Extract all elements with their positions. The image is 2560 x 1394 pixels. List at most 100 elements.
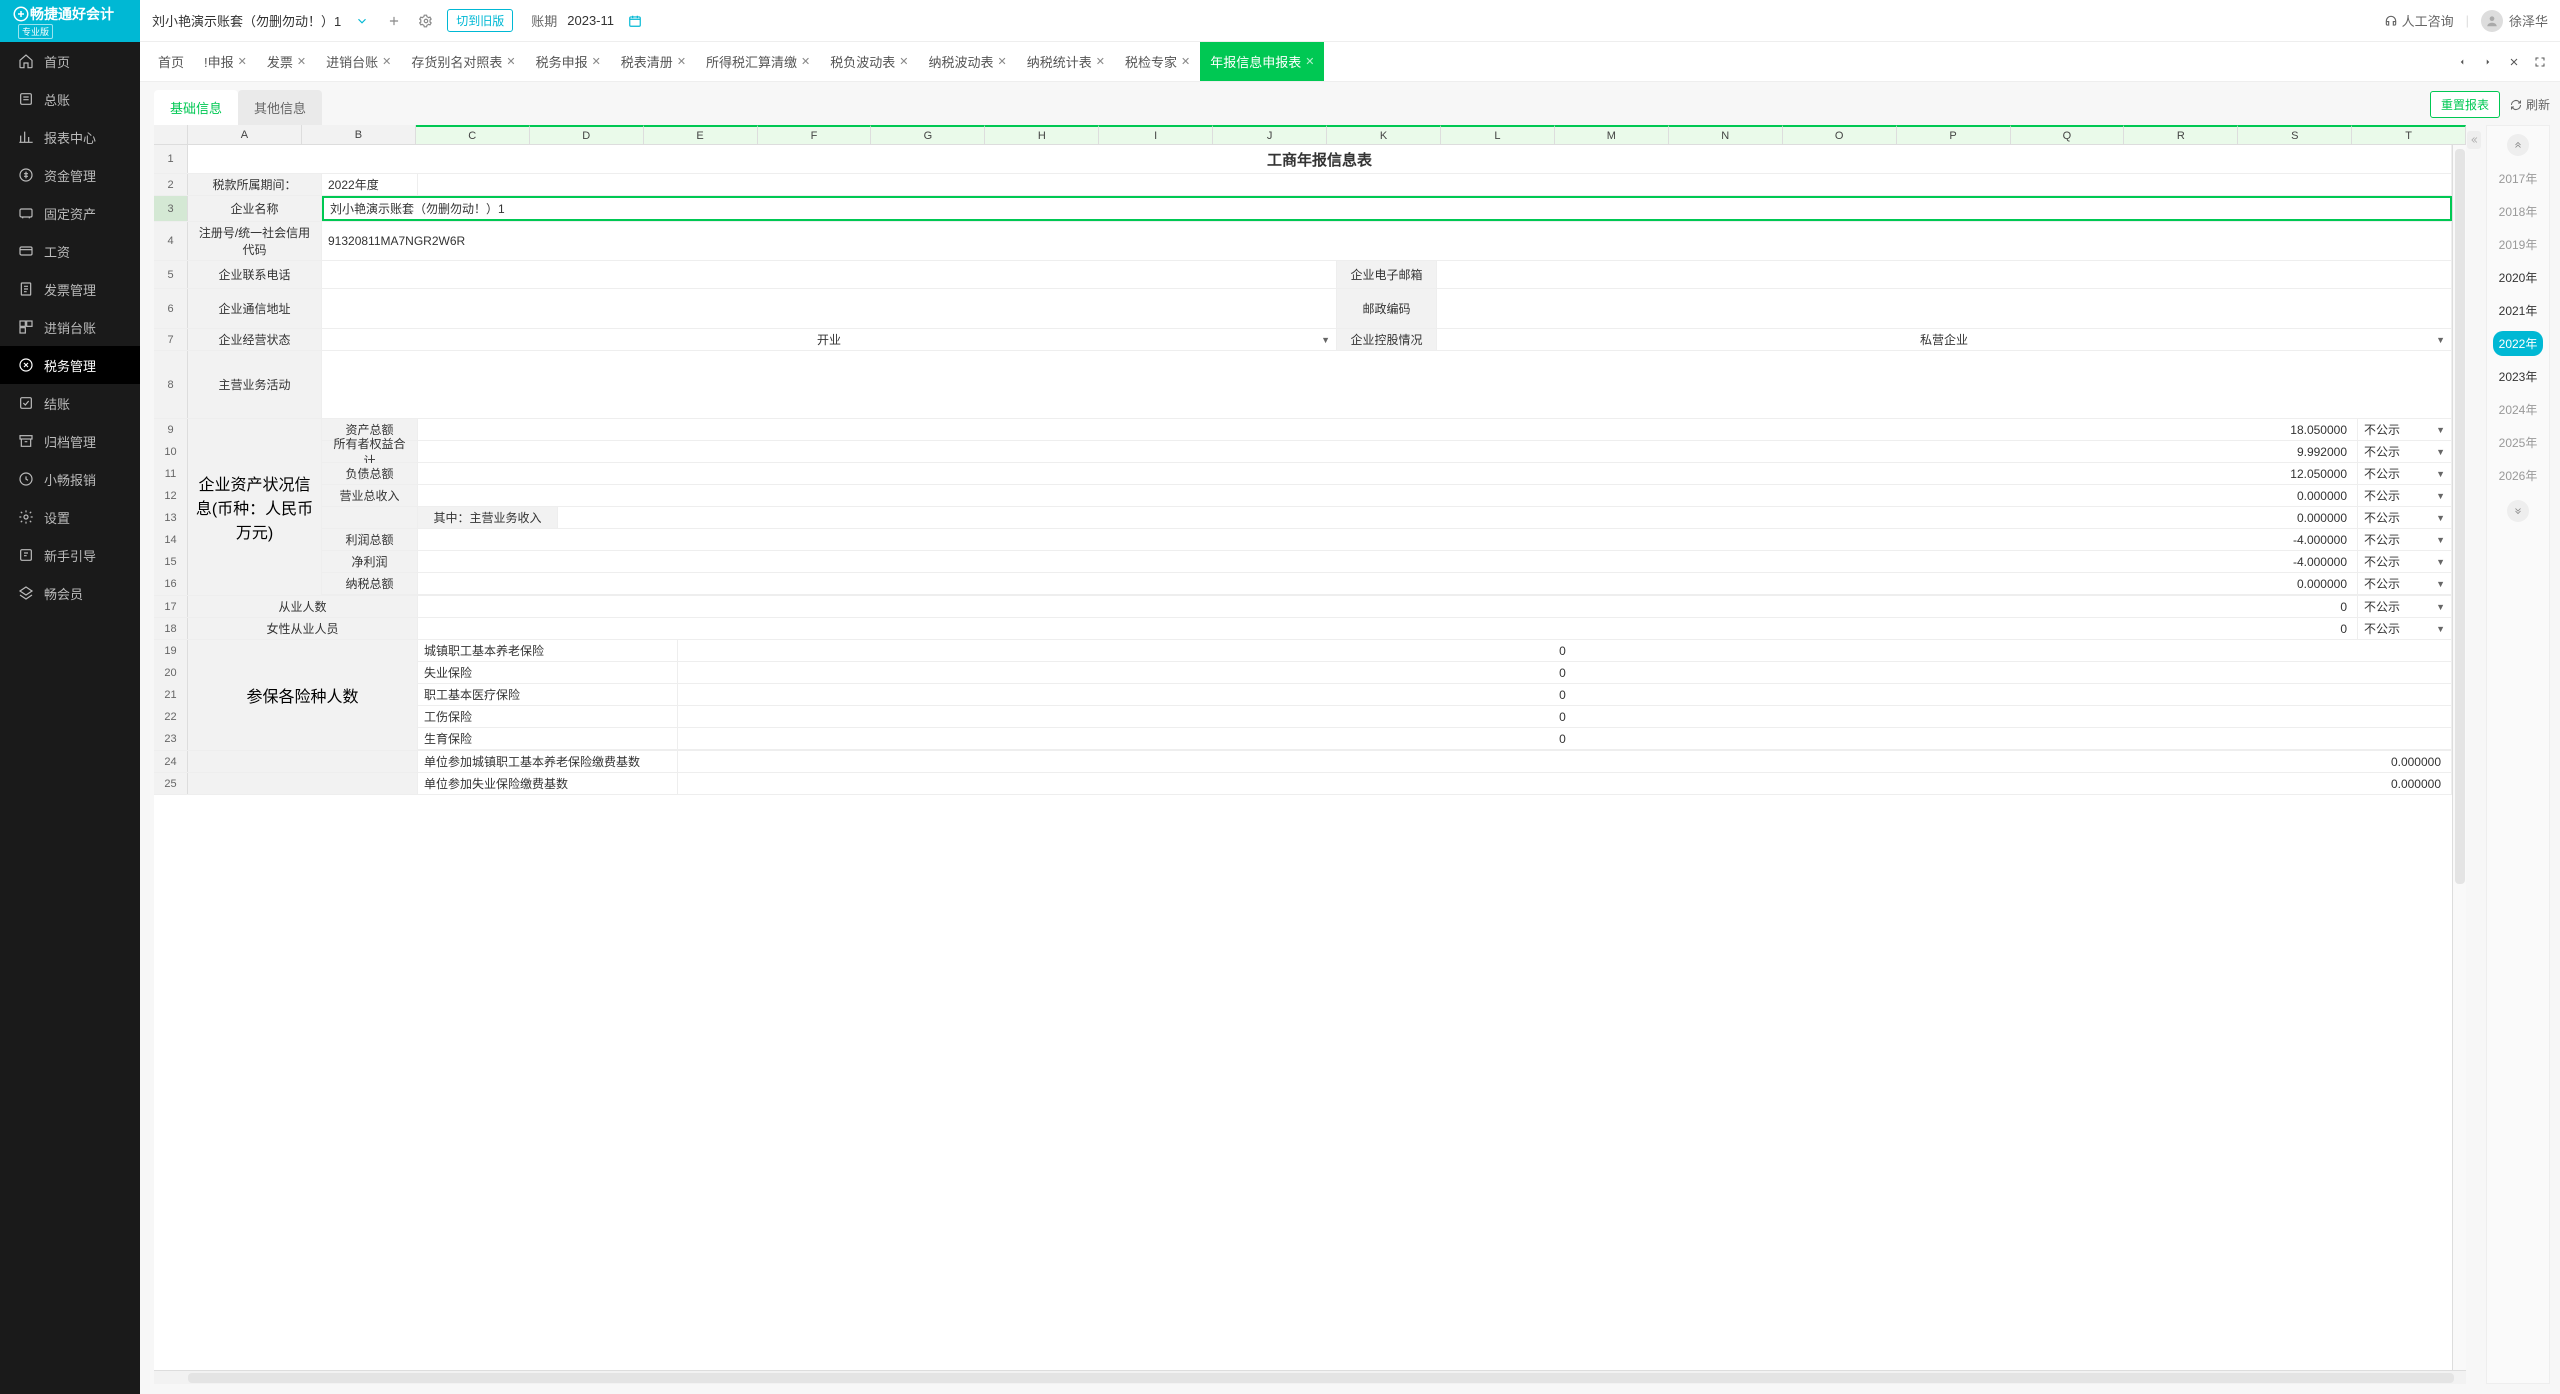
dropdown-cell[interactable]: 不公示▼ bbox=[2358, 507, 2452, 528]
number-cell[interactable]: 0 bbox=[678, 684, 2452, 705]
col-header-G[interactable]: G bbox=[871, 125, 985, 144]
dropdown-cell[interactable]: 不公示▼ bbox=[2358, 618, 2452, 639]
col-header-E[interactable]: E bbox=[644, 125, 758, 144]
value-cell[interactable] bbox=[1437, 261, 2452, 288]
col-header-A[interactable]: A bbox=[188, 125, 302, 144]
col-header-C[interactable]: C bbox=[416, 125, 530, 144]
row-header-2[interactable]: 2 bbox=[154, 174, 188, 195]
year-up-icon[interactable] bbox=[2507, 134, 2529, 156]
tab-税表清册[interactable]: 税表清册✕ bbox=[611, 42, 696, 81]
calendar-icon[interactable] bbox=[624, 10, 646, 32]
row-header-1[interactable]: 1 bbox=[154, 145, 188, 173]
number-cell[interactable]: 0 bbox=[678, 706, 2452, 727]
row-header-11[interactable]: 11 bbox=[154, 463, 188, 485]
refresh-button[interactable]: 刷新 bbox=[2510, 96, 2550, 113]
close-icon[interactable]: ✕ bbox=[1096, 55, 1105, 68]
col-header-F[interactable]: F bbox=[758, 125, 872, 144]
row-header-9[interactable]: 9 bbox=[154, 419, 188, 441]
spreadsheet[interactable]: ABCDEFGHIJKLMNOPQRST 1工商年报信息表2税款所属期间：202… bbox=[154, 125, 2466, 1384]
sidebar-item-ledger[interactable]: 总账 bbox=[0, 80, 140, 118]
close-icon[interactable]: ✕ bbox=[506, 55, 515, 68]
tabs-close-all-icon[interactable] bbox=[2502, 50, 2526, 74]
col-header-R[interactable]: R bbox=[2124, 125, 2238, 144]
horizontal-scrollbar[interactable] bbox=[154, 1370, 2466, 1384]
row-header-21[interactable]: 21 bbox=[154, 684, 188, 706]
number-cell[interactable]: -4.000000 bbox=[418, 551, 2358, 572]
year-2022年[interactable]: 2022年 bbox=[2493, 331, 2544, 356]
value-cell[interactable] bbox=[322, 261, 1337, 288]
tab-税检专家[interactable]: 税检专家✕ bbox=[1115, 42, 1200, 81]
sidebar-item-salary[interactable]: 工资 bbox=[0, 232, 140, 270]
year-2018年[interactable]: 2018年 bbox=[2493, 199, 2544, 224]
row-header-14[interactable]: 14 bbox=[154, 529, 188, 551]
business-status-select[interactable]: 开业▼ bbox=[322, 329, 1337, 350]
row-header-7[interactable]: 7 bbox=[154, 329, 188, 350]
col-header-B[interactable]: B bbox=[302, 125, 416, 144]
col-header-J[interactable]: J bbox=[1213, 125, 1327, 144]
close-icon[interactable]: ✕ bbox=[1305, 55, 1314, 68]
number-cell[interactable]: 0.000000 bbox=[558, 507, 2358, 528]
dropdown-cell[interactable]: 不公示▼ bbox=[2358, 551, 2452, 572]
old-version-button[interactable]: 切到旧版 bbox=[447, 9, 513, 32]
sidebar-item-settings[interactable]: 设置 bbox=[0, 498, 140, 536]
user-menu[interactable]: 徐泽华 bbox=[2481, 10, 2548, 32]
col-header-H[interactable]: H bbox=[985, 125, 1099, 144]
number-cell[interactable]: 0.000000 bbox=[418, 573, 2358, 594]
row-header-25[interactable]: 25 bbox=[154, 773, 188, 794]
tab-进销台账[interactable]: 进销台账✕ bbox=[316, 42, 401, 81]
year-2023年[interactable]: 2023年 bbox=[2493, 364, 2544, 389]
year-down-icon[interactable] bbox=[2507, 500, 2529, 522]
sidebar-item-close[interactable]: 结账 bbox=[0, 384, 140, 422]
col-header-D[interactable]: D bbox=[530, 125, 644, 144]
tabs-prev-icon[interactable] bbox=[2450, 50, 2474, 74]
subtab-other[interactable]: 其他信息 bbox=[238, 90, 322, 125]
row-header-4[interactable]: 4 bbox=[154, 222, 188, 260]
row-header-19[interactable]: 19 bbox=[154, 640, 188, 662]
number-cell[interactable]: 0.000000 bbox=[678, 751, 2452, 772]
value-cell[interactable]: 2022年度 bbox=[322, 174, 418, 195]
number-cell[interactable]: 0 bbox=[418, 596, 2358, 617]
row-header-24[interactable]: 24 bbox=[154, 751, 188, 772]
col-header-L[interactable]: L bbox=[1441, 125, 1555, 144]
sidebar-item-reports[interactable]: 报表中心 bbox=[0, 118, 140, 156]
sidebar-item-archive[interactable]: 归档管理 bbox=[0, 422, 140, 460]
col-header-T[interactable]: T bbox=[2352, 125, 2466, 144]
sidebar-item-invoice[interactable]: 发票管理 bbox=[0, 270, 140, 308]
col-header-K[interactable]: K bbox=[1327, 125, 1441, 144]
dropdown-cell[interactable]: 不公示▼ bbox=[2358, 419, 2452, 440]
number-cell[interactable]: 9.992000 bbox=[418, 441, 2358, 462]
year-2021年[interactable]: 2021年 bbox=[2493, 298, 2544, 323]
number-cell[interactable]: 0 bbox=[678, 728, 2452, 749]
col-header-N[interactable]: N bbox=[1669, 125, 1783, 144]
value-cell[interactable] bbox=[322, 289, 1337, 328]
holding-select[interactable]: 私营企业▼ bbox=[1437, 329, 2452, 350]
row-header-20[interactable]: 20 bbox=[154, 662, 188, 684]
row-header-8[interactable]: 8 bbox=[154, 351, 188, 418]
row-header-6[interactable]: 6 bbox=[154, 289, 188, 328]
number-cell[interactable]: 12.050000 bbox=[418, 463, 2358, 484]
sidebar-item-member[interactable]: 畅会员 bbox=[0, 574, 140, 612]
close-icon[interactable]: ✕ bbox=[382, 55, 391, 68]
row-header-17[interactable]: 17 bbox=[154, 596, 188, 617]
sidebar-item-tax[interactable]: 税务管理 bbox=[0, 346, 140, 384]
close-icon[interactable]: ✕ bbox=[297, 55, 306, 68]
value-cell[interactable]: 91320811MA7NGR2W6R bbox=[322, 222, 2452, 260]
year-2020年[interactable]: 2020年 bbox=[2493, 265, 2544, 290]
grid-body[interactable]: 1工商年报信息表2税款所属期间：2022年度3企业名称刘小艳演示账套（勿删勿动！… bbox=[154, 145, 2452, 1370]
row-header-3[interactable]: 3 bbox=[154, 196, 188, 221]
dropdown-cell[interactable]: 不公示▼ bbox=[2358, 485, 2452, 506]
dropdown-cell[interactable]: 不公示▼ bbox=[2358, 529, 2452, 550]
dropdown-cell[interactable]: 不公示▼ bbox=[2358, 573, 2452, 594]
number-cell[interactable]: 0.000000 bbox=[418, 485, 2358, 506]
row-header-13[interactable]: 13 bbox=[154, 507, 188, 529]
row-header-16[interactable]: 16 bbox=[154, 573, 188, 595]
close-icon[interactable]: ✕ bbox=[801, 55, 810, 68]
tab-纳税统计表[interactable]: 纳税统计表✕ bbox=[1017, 42, 1115, 81]
support-link[interactable]: 人工咨询 bbox=[2384, 11, 2454, 30]
sidebar-item-funds[interactable]: 资金管理 bbox=[0, 156, 140, 194]
tab-纳税波动表[interactable]: 纳税波动表✕ bbox=[919, 42, 1017, 81]
settings-icon[interactable] bbox=[415, 10, 437, 32]
number-cell[interactable]: 0 bbox=[678, 662, 2452, 683]
dropdown-cell[interactable]: 不公示▼ bbox=[2358, 441, 2452, 462]
company-name-input[interactable]: 刘小艳演示账套（勿删勿动！）1 bbox=[322, 196, 2452, 221]
